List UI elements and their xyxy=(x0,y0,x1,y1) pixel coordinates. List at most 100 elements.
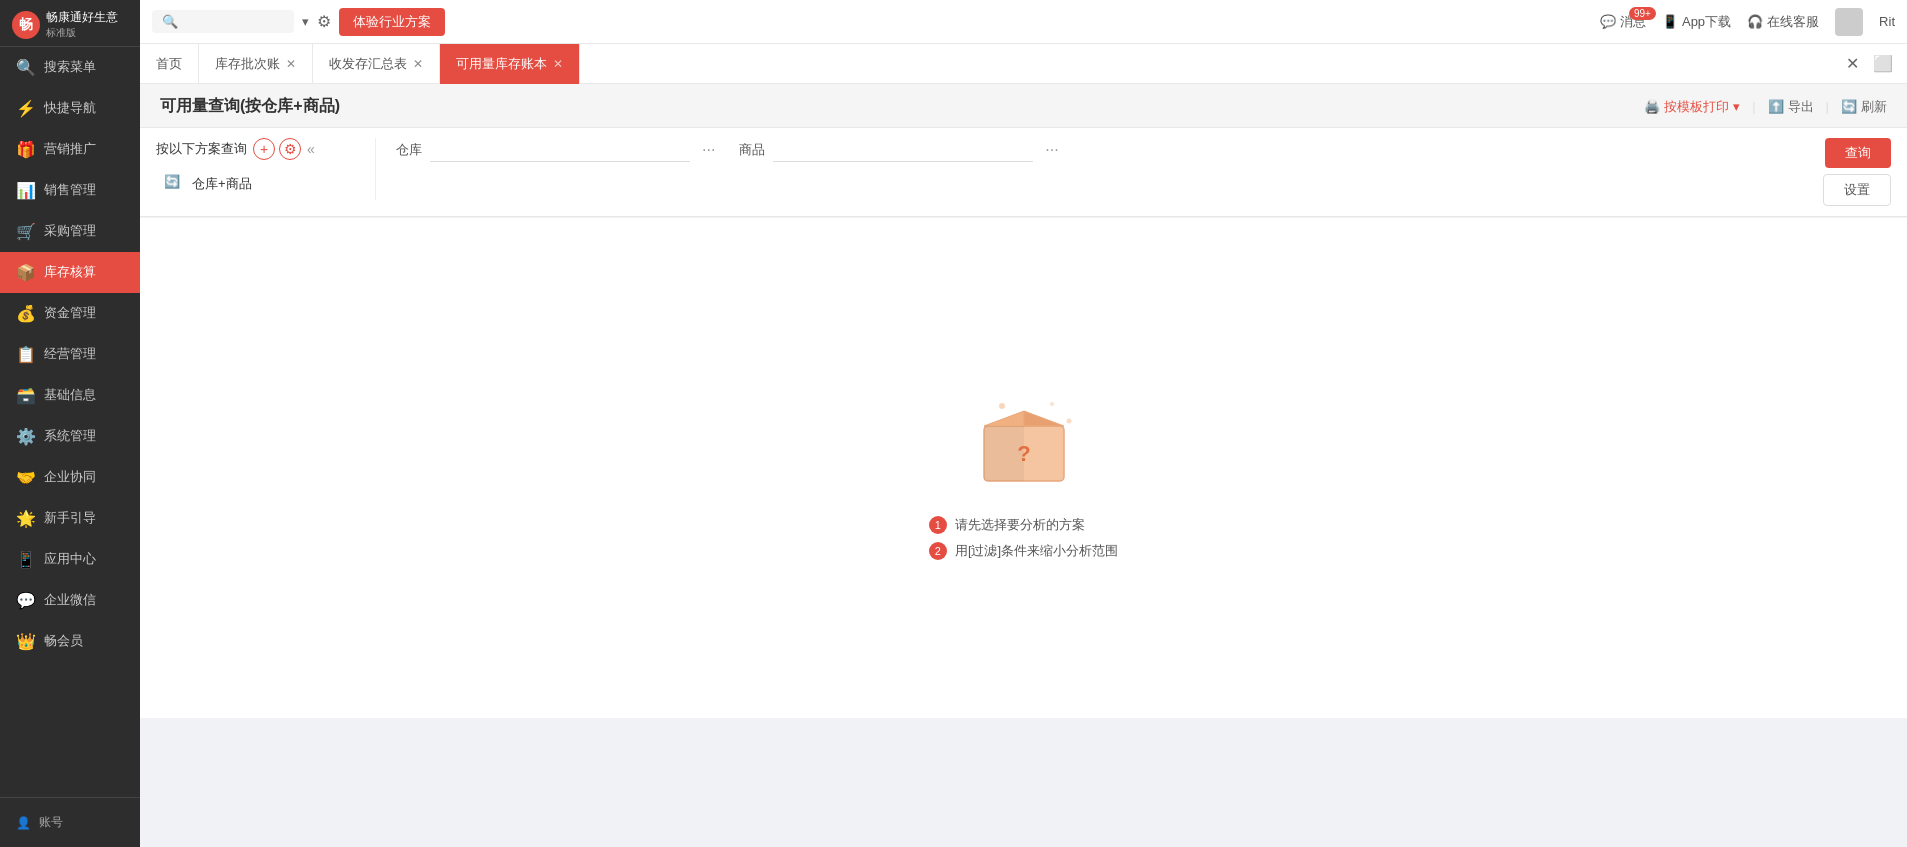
sidebar-header: 畅 畅康通好生意 标准版 xyxy=(0,0,140,47)
query-filters: 仓库 ··· 商品 ··· xyxy=(376,138,1807,162)
sidebar-item-appcenter[interactable]: 📱 应用中心 xyxy=(0,539,140,580)
user-icon: 👤 xyxy=(16,816,31,830)
service-label: 在线客服 xyxy=(1767,13,1819,31)
sidebar-item-marketing[interactable]: 🎁 营销推广 xyxy=(0,129,140,170)
industry-button[interactable]: 体验行业方案 xyxy=(339,8,445,36)
sidebar-item-label: 快捷导航 xyxy=(44,99,96,117)
message-icon: 💬 xyxy=(1600,14,1616,29)
phone-icon: 📱 xyxy=(1662,14,1678,29)
online-service-button[interactable]: 🎧 在线客服 xyxy=(1747,13,1819,31)
sidebar-item-shortcut[interactable]: ⚡ 快捷导航 xyxy=(0,88,140,129)
tab-batch-close[interactable]: ✕ xyxy=(286,57,296,71)
tab-available-label: 可用量库存账本 xyxy=(456,55,547,73)
goods-label: 商品 xyxy=(739,141,765,159)
refresh-button[interactable]: 🔄 刷新 xyxy=(1841,98,1887,116)
system-icon: ⚙️ xyxy=(16,427,36,446)
print-label: 按模板打印 xyxy=(1664,98,1729,116)
message-button[interactable]: 💬 消息 99+ xyxy=(1600,13,1646,31)
scheme-item-warehouse-goods[interactable]: 🔄 仓库+商品 xyxy=(156,168,359,200)
sidebar-item-label: 企业微信 xyxy=(44,591,96,609)
query-button[interactable]: 查询 xyxy=(1825,138,1891,168)
logo-icon: 畅 xyxy=(12,11,40,39)
sidebar: 畅 畅康通好生意 标准版 🔍 搜索菜单 ⚡ 快捷导航 🎁 营销推广 📊 xyxy=(0,0,140,847)
sidebar-item-operation[interactable]: 📋 经营管理 xyxy=(0,334,140,375)
sales-icon: 📊 xyxy=(16,181,36,200)
tip-text-2: 用[过滤]条件来缩小分析范围 xyxy=(955,542,1118,560)
tab-available[interactable]: 可用量库存账本 ✕ xyxy=(440,44,580,84)
enterprise-icon: 🤝 xyxy=(16,468,36,487)
tip-num-2: 2 xyxy=(929,542,947,560)
sidebar-item-system[interactable]: ⚙️ 系统管理 xyxy=(0,416,140,457)
query-panel: 按以下方案查询 + ⚙ « 🔄 仓库+商品 仓库 xyxy=(140,128,1907,217)
search-box[interactable]: 🔍 xyxy=(152,10,294,33)
sidebar-item-finance[interactable]: 💰 资金管理 xyxy=(0,293,140,334)
warehouse-input[interactable] xyxy=(430,138,690,162)
tab-receipt-close[interactable]: ✕ xyxy=(413,57,423,71)
sidebar-item-member[interactable]: 👑 畅会员 xyxy=(0,621,140,662)
app-download-button[interactable]: 📱 App下载 xyxy=(1662,13,1731,31)
scheme-actions: + ⚙ xyxy=(253,138,301,160)
tab-available-close[interactable]: ✕ xyxy=(553,57,563,71)
filter-goods: 商品 ··· xyxy=(739,138,1062,162)
edit-scheme-button[interactable]: ⚙ xyxy=(279,138,301,160)
newguide-icon: 🌟 xyxy=(16,509,36,528)
sidebar-item-wechat[interactable]: 💬 企业微信 xyxy=(0,580,140,621)
sidebar-bottom-user[interactable]: 👤 账号 xyxy=(0,806,140,839)
logo-sub: 标准版 xyxy=(46,26,118,40)
tip-num-1: 1 xyxy=(929,516,947,534)
search-input[interactable] xyxy=(184,15,284,29)
dropdown-icon[interactable]: ▾ xyxy=(302,14,309,29)
sidebar-item-newguide[interactable]: 🌟 新手引导 xyxy=(0,498,140,539)
svg-point-4 xyxy=(1050,402,1054,406)
username[interactable]: Rit xyxy=(1879,14,1895,29)
sidebar-bottom: 👤 账号 xyxy=(0,797,140,847)
tip-text-1: 请先选择要分析的方案 xyxy=(955,516,1085,534)
tabs-actions: ✕ ⬜ xyxy=(1832,50,1907,77)
warehouse-label: 仓库 xyxy=(396,141,422,159)
export-button[interactable]: ⬆️ 导出 xyxy=(1768,98,1814,116)
sidebar-nav: 🔍 搜索菜单 ⚡ 快捷导航 🎁 营销推广 📊 销售管理 🛒 采购管理 📦 xyxy=(0,47,140,797)
logo-name: 畅康通好生意 xyxy=(46,10,118,26)
tab-receipt[interactable]: 收发存汇总表 ✕ xyxy=(313,44,440,84)
page-title: 可用量查询(按仓库+商品) xyxy=(160,96,340,117)
page-header: 可用量查询(按仓库+商品) 🖨️ 按模板打印 ▾ | ⬆️ 导出 | 🔄 xyxy=(140,84,1907,128)
warehouse-more[interactable]: ··· xyxy=(698,141,719,159)
tabs-bar: 首页 库存批次账 ✕ 收发存汇总表 ✕ 可用量库存账本 ✕ ✕ ⬜ xyxy=(140,44,1907,84)
maximize-button[interactable]: ⬜ xyxy=(1869,50,1897,77)
svg-point-3 xyxy=(999,403,1005,409)
sidebar-item-inventory[interactable]: 📦 库存核算 xyxy=(0,252,140,293)
sidebar-item-enterprise[interactable]: 🤝 企业协同 xyxy=(0,457,140,498)
goods-input[interactable] xyxy=(773,138,1033,162)
empty-illustration: ? xyxy=(964,376,1084,496)
print-dropdown-icon[interactable]: ▾ xyxy=(1733,99,1740,114)
settings-button[interactable]: 设置 xyxy=(1823,174,1891,206)
sidebar-item-label: 销售管理 xyxy=(44,181,96,199)
goods-more[interactable]: ··· xyxy=(1041,141,1062,159)
tab-home[interactable]: 首页 xyxy=(140,44,199,84)
sidebar-item-label: 库存核算 xyxy=(44,263,96,281)
gear-icon[interactable]: ⚙ xyxy=(317,12,331,31)
user-label: 账号 xyxy=(39,814,63,831)
close-tab-button[interactable]: ✕ xyxy=(1842,50,1863,77)
query-scheme: 按以下方案查询 + ⚙ « 🔄 仓库+商品 xyxy=(156,138,376,200)
refresh-label: 刷新 xyxy=(1861,98,1887,116)
sidebar-item-basic[interactable]: 🗃️ 基础信息 xyxy=(0,375,140,416)
divider: | xyxy=(1752,99,1755,114)
filter-warehouse: 仓库 ··· xyxy=(396,138,719,162)
avatar[interactable] xyxy=(1835,8,1863,36)
tab-batch-label: 库存批次账 xyxy=(215,55,280,73)
basic-icon: 🗃️ xyxy=(16,386,36,405)
collapse-button[interactable]: « xyxy=(307,141,315,157)
page-header-actions: 🖨️ 按模板打印 ▾ | ⬆️ 导出 | 🔄 刷新 xyxy=(1644,98,1887,116)
sidebar-item-label: 基础信息 xyxy=(44,386,96,404)
tab-batch[interactable]: 库存批次账 ✕ xyxy=(199,44,313,84)
print-button[interactable]: 🖨️ 按模板打印 ▾ xyxy=(1644,98,1740,116)
sidebar-item-sales[interactable]: 📊 销售管理 xyxy=(0,170,140,211)
export-label: 导出 xyxy=(1788,98,1814,116)
sidebar-item-search[interactable]: 🔍 搜索菜单 xyxy=(0,47,140,88)
operation-icon: 📋 xyxy=(16,345,36,364)
scheme-item-icon: 🔄 xyxy=(164,174,184,194)
shortcut-icon: ⚡ xyxy=(16,99,36,118)
add-scheme-button[interactable]: + xyxy=(253,138,275,160)
sidebar-item-purchase[interactable]: 🛒 采购管理 xyxy=(0,211,140,252)
